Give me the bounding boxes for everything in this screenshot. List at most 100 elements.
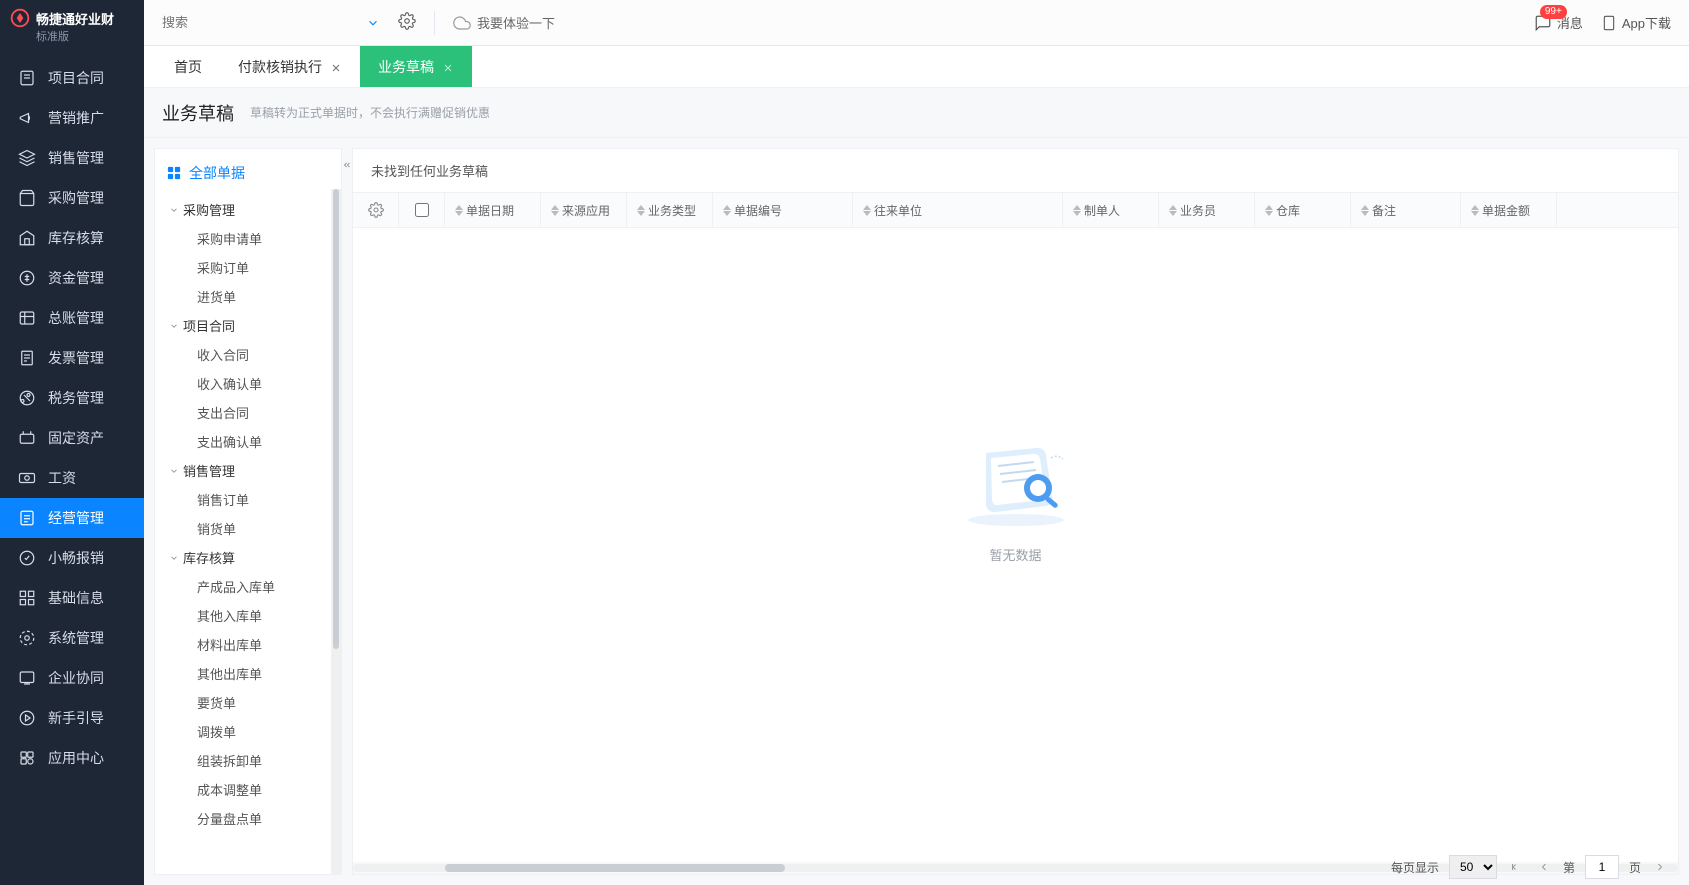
nav-item-label: 应用中心 [48, 748, 104, 768]
messages-button[interactable]: 99+ 消息 [1534, 13, 1583, 32]
column-label: 单据编号 [734, 202, 782, 219]
nav-item-project-contract[interactable]: 项目合同 [0, 58, 144, 98]
nav-item-marketing[interactable]: 营销推广 [0, 98, 144, 138]
filter-item[interactable]: 支出合同 [169, 398, 341, 427]
filter-group-label: 销售管理 [183, 461, 235, 480]
nav-item-fund-mgmt[interactable]: 资金管理 [0, 258, 144, 298]
column-header[interactable]: 制单人 [1063, 193, 1159, 227]
prev-page-button[interactable] [1535, 858, 1553, 876]
column-header[interactable]: 业务员 [1159, 193, 1255, 227]
nav-item-app-center[interactable]: 应用中心 [0, 738, 144, 778]
collapse-filter-panel[interactable] [342, 138, 352, 885]
app-download-button[interactable]: App下载 [1601, 13, 1671, 32]
grid-icon [167, 166, 181, 180]
filter-item[interactable]: 产成品入库单 [169, 572, 341, 601]
caret-down-icon [169, 205, 179, 215]
filter-item[interactable]: 采购申请单 [169, 224, 341, 253]
sort-icon [1265, 205, 1273, 216]
column-header[interactable]: 单据日期 [445, 193, 541, 227]
experience-link[interactable]: 我要体验一下 [453, 13, 555, 32]
column-label: 制单人 [1084, 202, 1120, 219]
filter-item[interactable]: 进货单 [169, 282, 341, 311]
select-all-checkbox[interactable] [415, 203, 429, 217]
marketing-icon [18, 109, 36, 127]
filter-item[interactable]: 其他入库单 [169, 601, 341, 630]
filter-item[interactable]: 收入合同 [169, 340, 341, 369]
filter-item[interactable]: 销售订单 [169, 485, 341, 514]
filter-item[interactable]: 调拨单 [169, 717, 341, 746]
filter-item[interactable]: 收入确认单 [169, 369, 341, 398]
tab-close-button[interactable] [442, 61, 454, 73]
sort-icon [551, 205, 559, 216]
nav-item-fixed-asset[interactable]: 固定资产 [0, 418, 144, 458]
settings-button[interactable] [398, 12, 416, 33]
column-header[interactable]: 单据编号 [713, 193, 853, 227]
nav-item-label: 销售管理 [48, 148, 104, 168]
filter-item[interactable]: 材料出库单 [169, 630, 341, 659]
next-page-button[interactable] [1651, 858, 1669, 876]
nav-item-purchase-mgmt[interactable]: 采购管理 [0, 178, 144, 218]
first-page-button[interactable] [1507, 858, 1525, 876]
filter-scrollbar-thumb[interactable] [333, 189, 339, 649]
nav-item-sys-mgmt[interactable]: 系统管理 [0, 618, 144, 658]
sort-icon [637, 205, 645, 216]
tab-close-button[interactable] [330, 61, 342, 73]
column-header[interactable]: 往来单位 [853, 193, 1063, 227]
nav-item-basic-info[interactable]: 基础信息 [0, 578, 144, 618]
nav-item-sales-mgmt[interactable]: 销售管理 [0, 138, 144, 178]
nav-item-tax[interactable]: 税务管理 [0, 378, 144, 418]
filter-item[interactable]: 分量盘点单 [169, 804, 341, 833]
tab-label: 首页 [174, 57, 202, 77]
column-label: 来源应用 [562, 202, 610, 219]
nav-item-gl[interactable]: 总账管理 [0, 298, 144, 338]
nav-item-invoice[interactable]: 发票管理 [0, 338, 144, 378]
nav-item-guide[interactable]: 新手引导 [0, 698, 144, 738]
nav-item-inventory-acct[interactable]: 库存核算 [0, 218, 144, 258]
horizontal-scrollbar-thumb[interactable] [445, 864, 785, 872]
filter-item[interactable]: 组装拆卸单 [169, 746, 341, 775]
filter-item[interactable]: 支出确认单 [169, 427, 341, 456]
body-area: 全部单据 采购管理采购申请单采购订单进货单项目合同收入合同收入确认单支出合同支出… [144, 138, 1689, 885]
filter-group-toggle[interactable]: 项目合同 [169, 311, 341, 340]
filter-item[interactable]: 采购订单 [169, 253, 341, 282]
chevron-left-double-icon [342, 158, 352, 172]
column-header[interactable]: 仓库 [1255, 193, 1351, 227]
filter-group-toggle[interactable]: 采购管理 [169, 195, 341, 224]
filter-item[interactable]: 其他出库单 [169, 659, 341, 688]
filter-item[interactable]: 成本调整单 [169, 775, 341, 804]
tab-label: 付款核销执行 [238, 57, 322, 77]
nav-item-enterprise-collab[interactable]: 企业协同 [0, 658, 144, 698]
chevron-down-icon[interactable] [366, 16, 380, 30]
column-header[interactable]: 备注 [1351, 193, 1461, 227]
filter-item[interactable]: 销货单 [169, 514, 341, 543]
nav-item-label: 工资 [48, 468, 76, 488]
filter-group-toggle[interactable]: 销售管理 [169, 456, 341, 485]
tab-2[interactable]: 业务草稿 [360, 46, 472, 87]
per-page-select[interactable]: 50 [1449, 855, 1497, 879]
column-settings-button[interactable] [353, 193, 399, 227]
column-header[interactable]: 来源应用 [541, 193, 627, 227]
app-center-icon [18, 749, 36, 767]
filter-head-all[interactable]: 全部单据 [155, 149, 341, 195]
table-header: 单据日期 来源应用业务类型 单据编号 往来单位 制单人 业务员仓库备注单据金额 [353, 192, 1678, 228]
nav-item-xiaochang-report[interactable]: 小畅报销 [0, 538, 144, 578]
tab-0[interactable]: 首页 [156, 46, 220, 87]
search-box[interactable] [162, 15, 380, 30]
filter-scrollbar[interactable] [331, 189, 341, 874]
tab-1[interactable]: 付款核销执行 [220, 46, 360, 87]
filter-item[interactable]: 要货单 [169, 688, 341, 717]
search-input[interactable] [162, 15, 362, 30]
column-header[interactable]: 业务类型 [627, 193, 713, 227]
page-number-input[interactable] [1585, 855, 1619, 879]
nav-item-biz-mgmt[interactable]: 经营管理 [0, 498, 144, 538]
nav-item-payroll[interactable]: 工资 [0, 458, 144, 498]
filter-group-toggle[interactable]: 库存核算 [169, 543, 341, 572]
brand-logo-icon [10, 8, 30, 28]
invoice-icon [18, 349, 36, 367]
inventory-acct-icon [18, 229, 36, 247]
nav-item-label: 企业协同 [48, 668, 104, 688]
topbar: 我要体验一下 99+ 消息 App下载 [144, 0, 1689, 46]
nav-item-label: 营销推广 [48, 108, 104, 128]
gear-icon [398, 12, 416, 30]
column-header[interactable]: 单据金额 [1461, 193, 1557, 227]
